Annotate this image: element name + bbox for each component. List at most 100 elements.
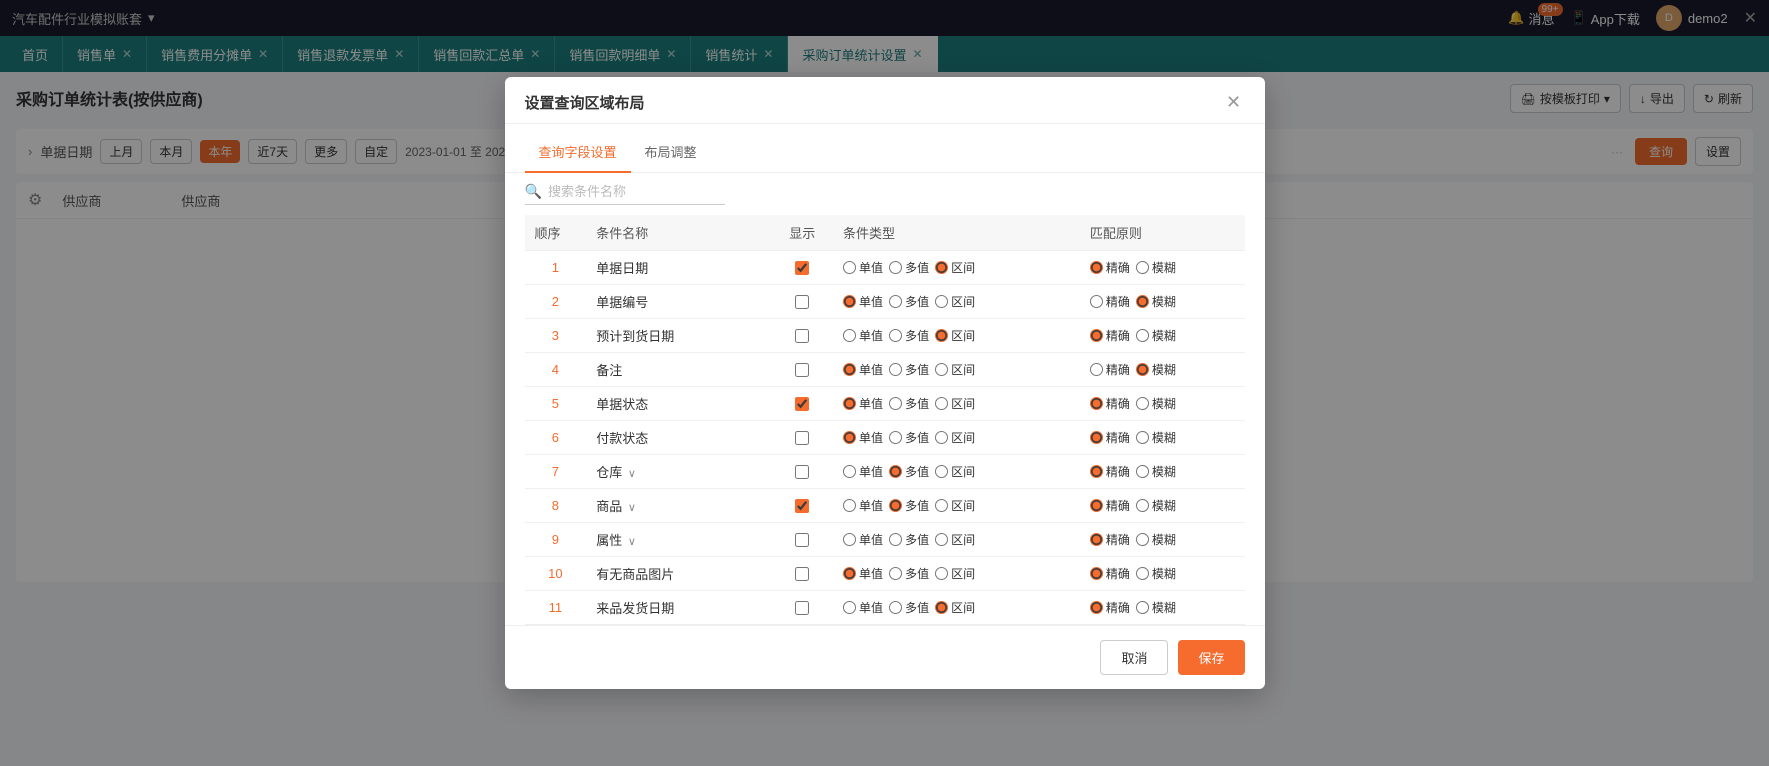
range-radio[interactable]	[935, 533, 948, 546]
multi-radio-item[interactable]: 多值	[889, 599, 929, 616]
fuzzy-radio[interactable]	[1136, 295, 1149, 308]
single-radio[interactable]	[843, 397, 856, 410]
fuzzy-radio[interactable]	[1136, 465, 1149, 478]
multi-radio[interactable]	[889, 533, 902, 546]
multi-radio[interactable]	[889, 329, 902, 342]
display-checkbox[interactable]	[795, 329, 809, 343]
exact-radio[interactable]	[1090, 601, 1103, 614]
exact-radio-item[interactable]: 精确	[1090, 395, 1130, 412]
exact-radio[interactable]	[1090, 397, 1103, 410]
single-radio-item[interactable]: 单值	[843, 293, 883, 310]
tab-layout-adjust[interactable]: 布局调整	[631, 136, 711, 173]
display-checkbox[interactable]	[795, 431, 809, 445]
exact-radio[interactable]	[1090, 499, 1103, 512]
multi-radio[interactable]	[889, 431, 902, 444]
range-radio-item[interactable]: 区间	[935, 497, 975, 514]
fuzzy-radio-item[interactable]: 模糊	[1136, 463, 1176, 480]
fuzzy-radio-item[interactable]: 模糊	[1136, 531, 1176, 548]
single-radio-item[interactable]: 单值	[843, 327, 883, 344]
exact-radio-item[interactable]: 精确	[1090, 259, 1130, 276]
save-button[interactable]: 保存	[1178, 640, 1244, 675]
multi-radio-item[interactable]: 多值	[889, 395, 929, 412]
multi-radio[interactable]	[889, 295, 902, 308]
range-radio[interactable]	[935, 363, 948, 376]
range-radio-item[interactable]: 区间	[935, 327, 975, 344]
fuzzy-radio[interactable]	[1136, 397, 1149, 410]
display-checkbox[interactable]	[795, 601, 809, 615]
multi-radio-item[interactable]: 多值	[889, 259, 929, 276]
multi-radio-item[interactable]: 多值	[889, 293, 929, 310]
multi-radio[interactable]	[889, 465, 902, 478]
exact-radio-item[interactable]: 精确	[1090, 361, 1130, 378]
single-radio[interactable]	[843, 601, 856, 614]
range-radio[interactable]	[935, 397, 948, 410]
single-radio[interactable]	[843, 329, 856, 342]
range-radio-item[interactable]: 区间	[935, 395, 975, 412]
single-radio-item[interactable]: 单值	[843, 259, 883, 276]
dropdown-arrow-icon[interactable]: ∨	[628, 468, 636, 480]
single-radio[interactable]	[843, 431, 856, 444]
multi-radio-item[interactable]: 多值	[889, 497, 929, 514]
single-radio-item[interactable]: 单值	[843, 429, 883, 446]
single-radio-item[interactable]: 单值	[843, 497, 883, 514]
dropdown-arrow-icon[interactable]: ∨	[628, 502, 636, 514]
range-radio[interactable]	[935, 295, 948, 308]
modal-close-btn[interactable]: ✕	[1223, 91, 1245, 113]
range-radio[interactable]	[935, 465, 948, 478]
multi-radio[interactable]	[889, 363, 902, 376]
multi-radio-item[interactable]: 多值	[889, 463, 929, 480]
multi-radio[interactable]	[889, 261, 902, 274]
fuzzy-radio[interactable]	[1136, 567, 1149, 580]
range-radio[interactable]	[935, 601, 948, 614]
display-checkbox[interactable]	[795, 465, 809, 479]
single-radio-item[interactable]: 单值	[843, 395, 883, 412]
fuzzy-radio-item[interactable]: 模糊	[1136, 565, 1176, 582]
multi-radio[interactable]	[889, 601, 902, 614]
fuzzy-radio-item[interactable]: 模糊	[1136, 497, 1176, 514]
single-radio[interactable]	[843, 363, 856, 376]
range-radio[interactable]	[935, 567, 948, 580]
exact-radio-item[interactable]: 精确	[1090, 531, 1130, 548]
exact-radio[interactable]	[1090, 465, 1103, 478]
display-checkbox[interactable]	[795, 533, 809, 547]
dropdown-arrow-icon[interactable]: ∨	[628, 536, 636, 548]
exact-radio[interactable]	[1090, 329, 1103, 342]
multi-radio[interactable]	[889, 499, 902, 512]
exact-radio-item[interactable]: 精确	[1090, 429, 1130, 446]
fuzzy-radio-item[interactable]: 模糊	[1136, 599, 1176, 616]
exact-radio-item[interactable]: 精确	[1090, 463, 1130, 480]
range-radio-item[interactable]: 区间	[935, 531, 975, 548]
range-radio-item[interactable]: 区间	[935, 429, 975, 446]
multi-radio-item[interactable]: 多值	[889, 531, 929, 548]
tab-query-fields[interactable]: 查询字段设置	[525, 136, 631, 173]
range-radio-item[interactable]: 区间	[935, 361, 975, 378]
single-radio[interactable]	[843, 465, 856, 478]
exact-radio-item[interactable]: 精确	[1090, 327, 1130, 344]
single-radio-item[interactable]: 单值	[843, 565, 883, 582]
range-radio-item[interactable]: 区间	[935, 259, 975, 276]
single-radio[interactable]	[843, 567, 856, 580]
range-radio[interactable]	[935, 499, 948, 512]
search-input[interactable]	[548, 184, 725, 199]
fuzzy-radio[interactable]	[1136, 261, 1149, 274]
fuzzy-radio[interactable]	[1136, 329, 1149, 342]
exact-radio-item[interactable]: 精确	[1090, 599, 1130, 616]
display-checkbox[interactable]	[795, 397, 809, 411]
single-radio[interactable]	[843, 261, 856, 274]
display-checkbox[interactable]	[795, 295, 809, 309]
fuzzy-radio-item[interactable]: 模糊	[1136, 259, 1176, 276]
fuzzy-radio-item[interactable]: 模糊	[1136, 395, 1176, 412]
single-radio-item[interactable]: 单值	[843, 463, 883, 480]
exact-radio[interactable]	[1090, 533, 1103, 546]
range-radio[interactable]	[935, 431, 948, 444]
range-radio-item[interactable]: 区间	[935, 565, 975, 582]
fuzzy-radio-item[interactable]: 模糊	[1136, 293, 1176, 310]
multi-radio-item[interactable]: 多值	[889, 429, 929, 446]
exact-radio-item[interactable]: 精确	[1090, 565, 1130, 582]
exact-radio[interactable]	[1090, 431, 1103, 444]
exact-radio-item[interactable]: 精确	[1090, 497, 1130, 514]
cancel-button[interactable]: 取消	[1100, 640, 1168, 675]
fuzzy-radio[interactable]	[1136, 499, 1149, 512]
display-checkbox[interactable]	[795, 567, 809, 581]
single-radio[interactable]	[843, 533, 856, 546]
